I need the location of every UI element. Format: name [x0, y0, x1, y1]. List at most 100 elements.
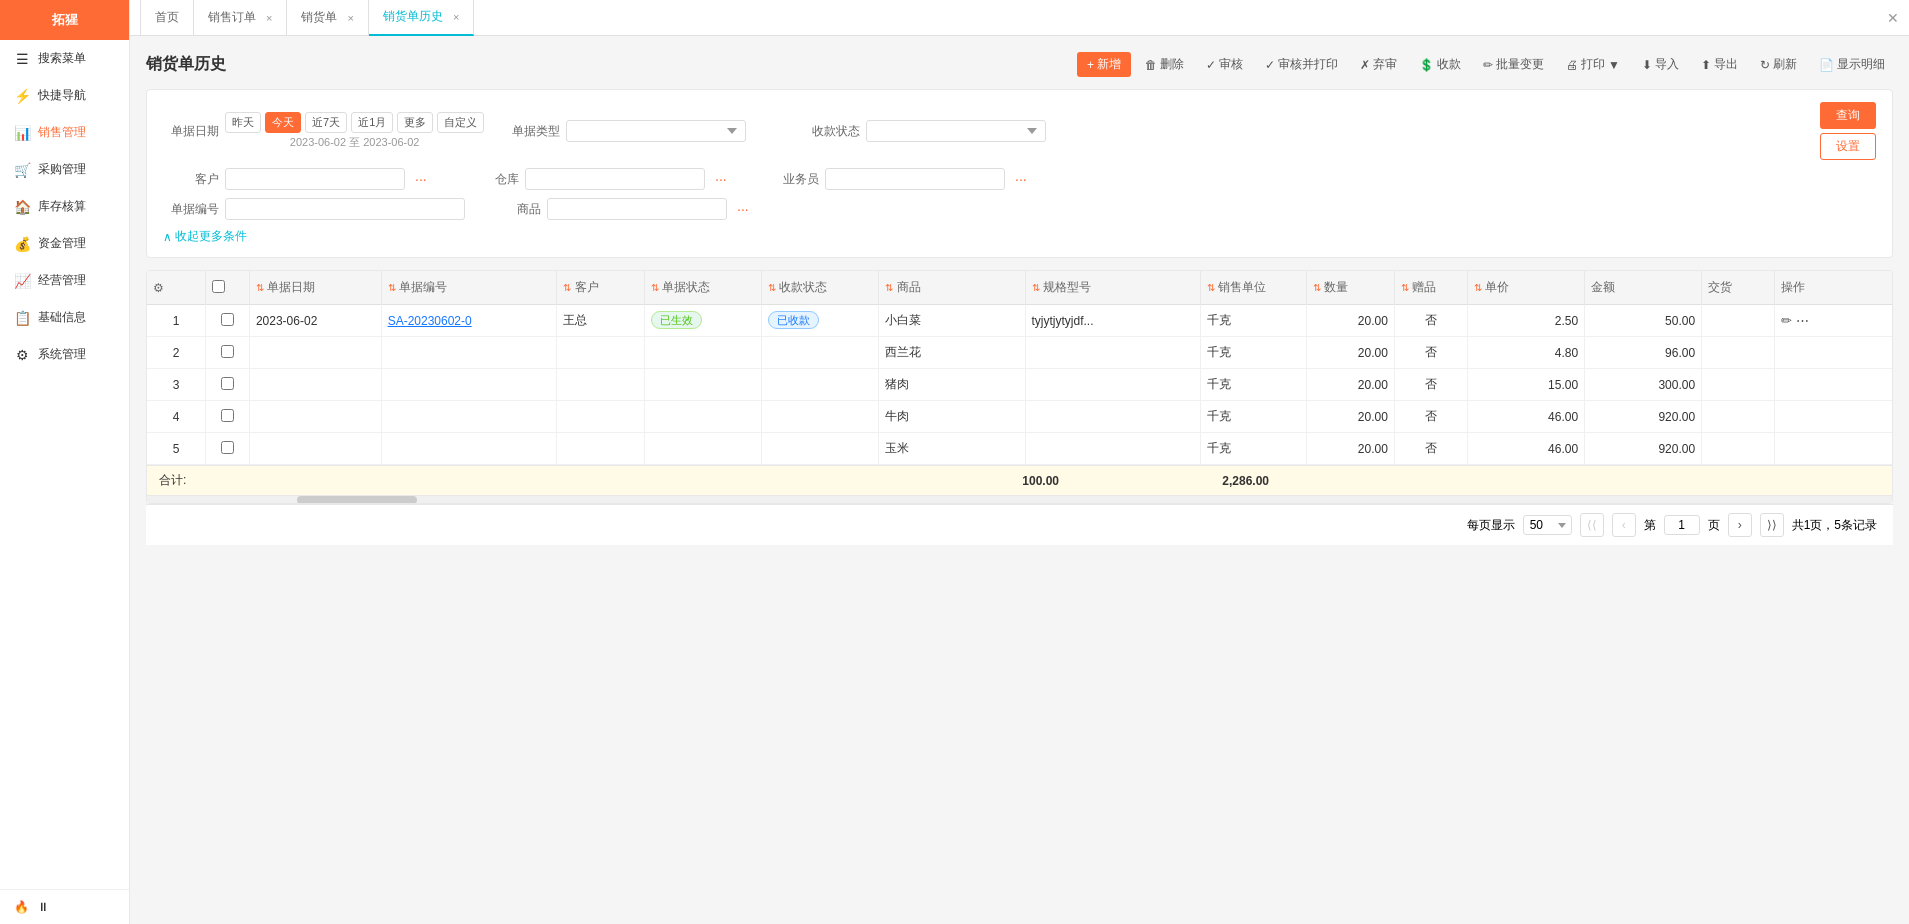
sidebar-item-quick-nav[interactable]: ⚡ 快捷导航 [0, 77, 129, 114]
tab-sales-order-close[interactable]: × [266, 12, 272, 24]
staff-ellipsis-btn[interactable]: ··· [1011, 169, 1031, 189]
doc-status-badge: 已生效 [651, 311, 702, 329]
sidebar-item-operations[interactable]: 📈 经营管理 [0, 262, 129, 299]
th-action: 操作 [1775, 271, 1892, 305]
row-no [381, 433, 557, 465]
import-button[interactable]: ⬇ 导入 [1634, 52, 1687, 77]
th-amount[interactable]: 金额 [1585, 271, 1702, 305]
audit-print-button[interactable]: ✓ 审核并打印 [1257, 52, 1346, 77]
set-button[interactable]: 设置 [1820, 133, 1876, 160]
collect-button[interactable]: 💲 收款 [1411, 52, 1469, 77]
more-action-btn[interactable]: ⋯ [1796, 313, 1809, 328]
audit-button[interactable]: ✓ 审核 [1198, 52, 1251, 77]
tab-sales-history[interactable]: 销货单历史 × [369, 0, 474, 36]
filter-customer-input[interactable] [225, 168, 405, 190]
print-button[interactable]: 🖨 打印 ▼ [1558, 52, 1628, 77]
sidebar-item-inventory[interactable]: 🏠 库存核算 [0, 188, 129, 225]
th-gift[interactable]: ⇅ 赠品 [1394, 271, 1467, 305]
row-checkbox-cell[interactable] [206, 433, 250, 465]
quick-nav-icon: ⚡ [14, 88, 30, 104]
row-action [1775, 369, 1892, 401]
row-goods: 小白菜 [879, 305, 1025, 337]
row-checkbox[interactable] [221, 377, 234, 390]
edit-action-btn[interactable]: ✏ [1781, 313, 1792, 328]
filter-date-label: 单据日期 [163, 123, 219, 140]
th-goods[interactable]: ⇅ 商品 [879, 271, 1025, 305]
date-btn-7days[interactable]: 近7天 [305, 112, 347, 133]
batch-change-button[interactable]: ✏ 批量变更 [1475, 52, 1552, 77]
row-checkbox[interactable] [221, 313, 234, 326]
row-checkbox-cell[interactable] [206, 337, 250, 369]
plus-icon: + [1087, 58, 1094, 72]
first-page-btn[interactable]: ⟨⟨ [1580, 513, 1604, 537]
sidebar-bottom-left[interactable]: 🔥 ⏸ [0, 890, 129, 924]
query-button[interactable]: 查询 [1820, 102, 1876, 129]
tab-sales-history-close[interactable]: × [453, 11, 459, 23]
filter-doc-no-input[interactable] [225, 198, 465, 220]
prev-page-btn[interactable]: ‹ [1612, 513, 1636, 537]
row-checkbox-cell[interactable] [206, 305, 250, 337]
filter-doc-type-select[interactable] [566, 120, 746, 142]
th-spec[interactable]: ⇅ 规格型号 [1025, 271, 1201, 305]
th-gear[interactable]: ⚙ [147, 271, 206, 305]
th-checkbox[interactable] [206, 271, 250, 305]
sidebar-item-finance[interactable]: 💰 资金管理 [0, 225, 129, 262]
th-pay-status[interactable]: ⇅ 收款状态 [762, 271, 879, 305]
sidebar-item-search-menu[interactable]: ☰ 搜索菜单 [0, 40, 129, 77]
th-price[interactable]: ⇅ 单价 [1467, 271, 1584, 305]
row-trade [1702, 337, 1775, 369]
filter-staff-input[interactable] [825, 168, 1005, 190]
row-gift: 否 [1394, 401, 1467, 433]
filter-goods-input[interactable] [547, 198, 727, 220]
tab-home[interactable]: 首页 [140, 0, 194, 36]
show-detail-button[interactable]: 📄 显示明细 [1811, 52, 1893, 77]
horizontal-scrollbar[interactable] [147, 495, 1892, 503]
collapse-btn[interactable]: ∧ 收起更多条件 [163, 228, 1876, 245]
th-trade[interactable]: 交货 [1702, 271, 1775, 305]
last-page-btn[interactable]: ⟩⟩ [1760, 513, 1784, 537]
tab-sales-order[interactable]: 销售订单 × [194, 0, 287, 36]
date-btn-yesterday[interactable]: 昨天 [225, 112, 261, 133]
refresh-button[interactable]: ↻ 刷新 [1752, 52, 1805, 77]
doc-no-link[interactable]: SA-20230602-0 [388, 314, 472, 328]
th-doc-status[interactable]: ⇅ 单据状态 [645, 271, 762, 305]
date-btn-more[interactable]: 更多 [397, 112, 433, 133]
sidebar-item-purchase-mgmt[interactable]: 🛒 采购管理 [0, 151, 129, 188]
export-button[interactable]: ⬆ 导出 [1693, 52, 1746, 77]
th-unit[interactable]: ⇅ 销售单位 [1201, 271, 1307, 305]
row-checkbox-cell[interactable] [206, 369, 250, 401]
delete-button[interactable]: 🗑 删除 [1137, 52, 1192, 77]
per-page-select[interactable]: 20 50 100 200 [1523, 515, 1572, 535]
row-checkbox[interactable] [221, 441, 234, 454]
scrollbar-thumb[interactable] [297, 496, 417, 504]
abandon-button[interactable]: ✗ 弃审 [1352, 52, 1405, 77]
customer-ellipsis-btn[interactable]: ··· [411, 169, 431, 189]
next-page-btn[interactable]: › [1728, 513, 1752, 537]
th-no[interactable]: ⇅ 单据编号 [381, 271, 557, 305]
th-customer[interactable]: ⇅ 客户 [557, 271, 645, 305]
row-action [1775, 337, 1892, 369]
sort-icon: ⇅ [1032, 282, 1040, 293]
sidebar-item-system[interactable]: ⚙ 系统管理 [0, 336, 129, 373]
tabbar-close-btn[interactable]: ✕ [1887, 10, 1899, 26]
row-num: 3 [147, 369, 206, 401]
date-btn-today[interactable]: 今天 [265, 112, 301, 133]
date-btn-1month[interactable]: 近1月 [351, 112, 393, 133]
select-all-checkbox[interactable] [212, 280, 225, 293]
new-button[interactable]: + 新增 [1077, 52, 1131, 77]
sidebar-item-sales-mgmt[interactable]: 📊 销售管理 [0, 114, 129, 151]
filter-pay-status-select[interactable] [866, 120, 1046, 142]
th-qty[interactable]: ⇅ 数量 [1307, 271, 1395, 305]
tab-sales-goods-close[interactable]: × [347, 12, 353, 24]
row-checkbox[interactable] [221, 409, 234, 422]
warehouse-ellipsis-btn[interactable]: ··· [711, 169, 731, 189]
filter-warehouse-input[interactable] [525, 168, 705, 190]
row-checkbox-cell[interactable] [206, 401, 250, 433]
page-input[interactable] [1664, 515, 1700, 535]
date-btn-custom[interactable]: 自定义 [437, 112, 484, 133]
sidebar-item-basic-info[interactable]: 📋 基础信息 [0, 299, 129, 336]
th-date[interactable]: ⇅ 单据日期 [249, 271, 381, 305]
row-checkbox[interactable] [221, 345, 234, 358]
tab-sales-goods[interactable]: 销货单 × [287, 0, 368, 36]
goods-ellipsis-btn[interactable]: ··· [733, 199, 753, 219]
